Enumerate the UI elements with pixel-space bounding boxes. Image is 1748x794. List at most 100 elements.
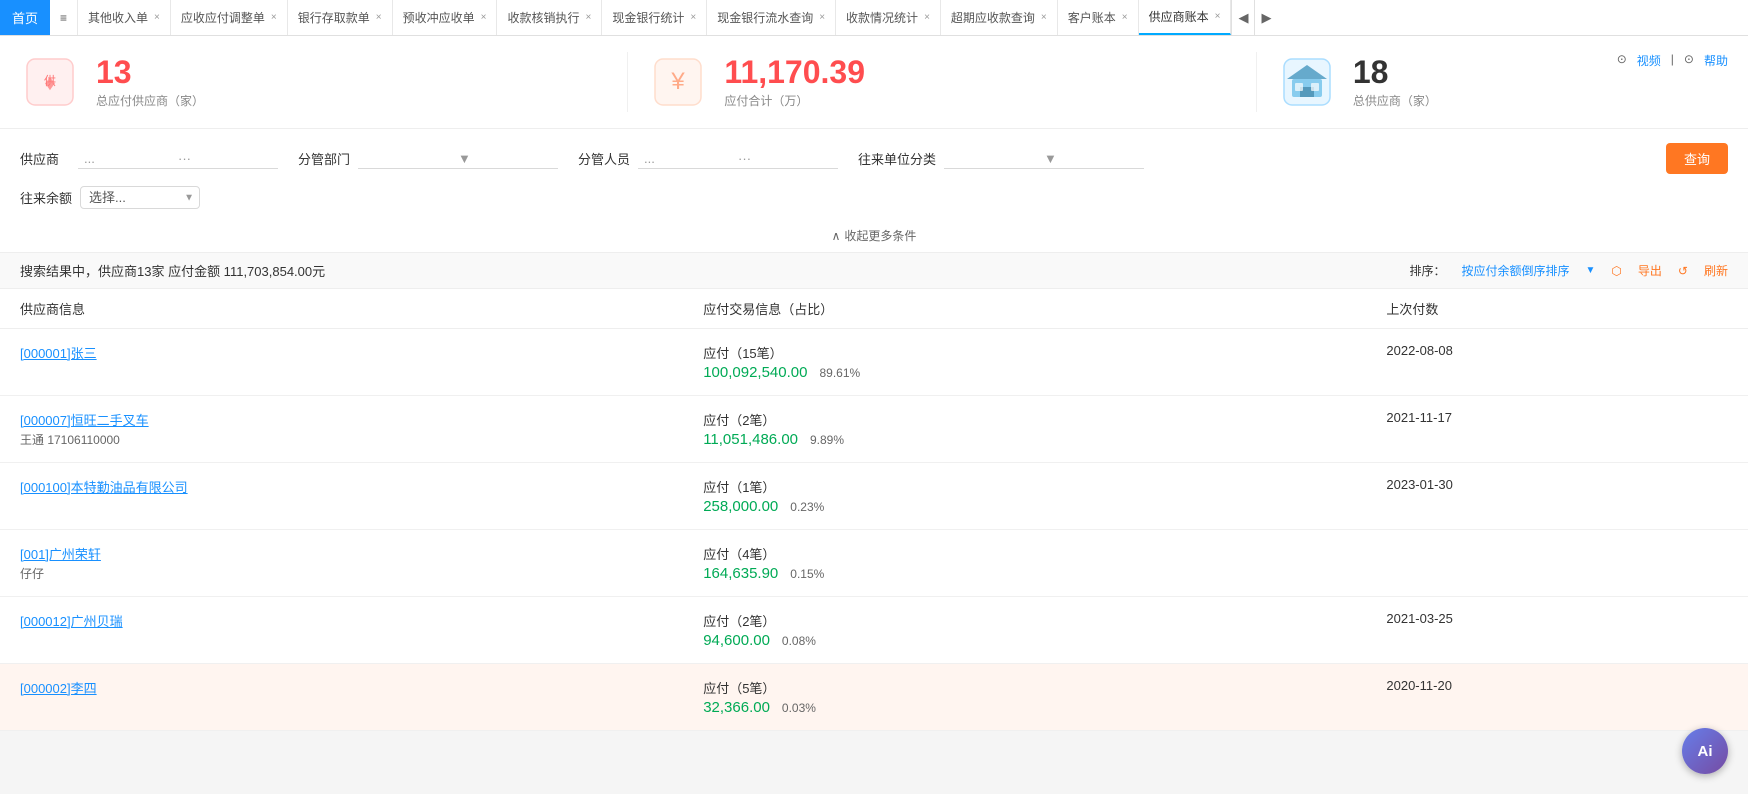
tx-label-0: 应付（15笔）: [703, 343, 1386, 362]
tab-label-11: 客户账本: [1068, 9, 1116, 26]
sort-label: 排序：: [1409, 262, 1445, 279]
tab-close-2[interactable]: ×: [154, 12, 160, 23]
tab-close-9[interactable]: ×: [924, 12, 930, 23]
tab-close-11[interactable]: ×: [1122, 12, 1128, 23]
tab-label-3: 应收应付调整单: [181, 9, 265, 26]
filter-dept: 分管部门 ▼: [298, 149, 558, 169]
export-button[interactable]: 导出: [1638, 262, 1662, 279]
stat-number-suppliers: 13: [96, 56, 204, 88]
table-header: 供应商信息 应付交易信息（占比） 上次付数: [0, 289, 1748, 329]
supplier-info-4: [000012]广州贝瑞: [20, 611, 703, 630]
tx-label-1: 应付（2笔）: [703, 410, 1386, 429]
query-button[interactable]: 查询: [1666, 143, 1728, 174]
help-icon: ⊙: [1684, 52, 1694, 69]
filter-balance: 往来余额 选择... 有余额 无余额 ▼: [20, 186, 200, 209]
filter-row-1: 供应商 ... ··· 分管部门 ▼ 分管人员 ... ··· 往来单位分类: [20, 143, 1728, 174]
help-link[interactable]: 帮助: [1704, 52, 1728, 69]
sort-select[interactable]: 按应付余额倒序排序: [1462, 262, 1570, 279]
tab-label-9: 收款情况统计: [846, 9, 918, 26]
tx-percent-0: 89.61%: [819, 366, 860, 380]
home-tab[interactable]: 首页: [0, 0, 50, 35]
ai-badge[interactable]: Ai: [1682, 728, 1728, 774]
nav-tab-11[interactable]: 客户账本 ×: [1058, 0, 1139, 35]
supplier-link-1[interactable]: [000007]恒旺二手叉车: [20, 413, 149, 428]
tab-close-12[interactable]: ×: [1215, 11, 1221, 22]
tab-close-3[interactable]: ×: [271, 12, 277, 23]
tab-close-6[interactable]: ×: [585, 12, 591, 23]
person-dropdown[interactable]: ... ···: [638, 149, 838, 169]
supplier-info-0: [000001]张三: [20, 343, 703, 362]
tab-label-5: 预收冲应收单: [403, 9, 475, 26]
tx-percent-4: 0.08%: [782, 634, 816, 648]
nav-tab-12[interactable]: 供应商账本 ×: [1139, 0, 1232, 35]
supplier-info-1: [000007]恒旺二手叉车 王通 17106110000: [20, 410, 703, 448]
nav-tab-8[interactable]: 现金银行流水查询 ×: [707, 0, 836, 35]
video-link[interactable]: 视频: [1637, 52, 1661, 69]
export-icon: ⬡: [1611, 264, 1621, 278]
store-icon: [1277, 52, 1337, 112]
supplier-dropdown[interactable]: ... ···: [78, 149, 278, 169]
tab-close-4[interactable]: ×: [376, 12, 382, 23]
supplier-placeholder: ...: [84, 151, 178, 166]
nav-tab-5[interactable]: 预收冲应收单 ×: [393, 0, 498, 35]
supplier-dots[interactable]: ···: [178, 151, 272, 166]
nav-tab-2[interactable]: 其他收入单 ×: [78, 0, 171, 35]
refresh-button[interactable]: 刷新: [1704, 262, 1728, 279]
tab-label-8: 现金银行流水查询: [717, 9, 813, 26]
supplier-info-3: [001]广州荣轩 仔仔: [20, 544, 703, 582]
stat-label-suppliers: 总应付供应商（家）: [96, 92, 204, 109]
nav-next-arrow[interactable]: ▶: [1254, 0, 1277, 35]
table-row: [000012]广州贝瑞 应付（2笔） 94,600.00 0.08% 2021…: [0, 597, 1748, 664]
nav-tab-7[interactable]: 现金银行统计 ×: [602, 0, 707, 35]
filter-category: 往来单位分类 ▼: [858, 149, 1144, 169]
tab-label-7: 现金银行统计: [612, 9, 684, 26]
nav-tab-9[interactable]: 收款情况统计 ×: [836, 0, 941, 35]
stat-number-amount: 11,170.39: [724, 56, 865, 88]
collapse-label: 收起更多条件: [844, 227, 916, 244]
last-pay-1: 2021-11-17: [1386, 410, 1728, 425]
supplier-info-2: [000100]本特勤油品有限公司: [20, 477, 703, 496]
balance-select[interactable]: 选择... 有余额 无余额: [80, 186, 200, 209]
supplier-link-0[interactable]: [000001]张三: [20, 346, 97, 361]
tx-info-0: 应付（15笔） 100,092,540.00 89.61%: [703, 343, 1386, 381]
tab-close-8[interactable]: ×: [819, 12, 825, 23]
supplier-link-4[interactable]: [000012]广州贝瑞: [20, 614, 123, 629]
tx-amount-0: 100,092,540.00: [703, 364, 807, 381]
last-pay-5: 2020-11-20: [1386, 678, 1728, 693]
collapse-icon: ∧: [832, 229, 841, 243]
tab-label-10: 超期应收款查询: [951, 9, 1035, 26]
tab-close-10[interactable]: ×: [1041, 12, 1047, 23]
tab-close-7[interactable]: ×: [690, 12, 696, 23]
amount-icon: ¥: [648, 52, 708, 112]
tx-amount-4: 94,600.00: [703, 632, 770, 649]
tx-info-4: 应付（2笔） 94,600.00 0.08%: [703, 611, 1386, 649]
tab-label-4: 银行存取款单: [298, 9, 370, 26]
results-summary: 搜索结果中，供应商13家 应付金额 111,703,854.00元: [20, 261, 325, 280]
tab-close-5[interactable]: ×: [481, 12, 487, 23]
tx-info-1: 应付（2笔） 11,051,486.00 9.89%: [703, 410, 1386, 448]
supplier-link-3[interactable]: [001]广州荣轩: [20, 547, 101, 562]
filter-row-2: 往来余额 选择... 有余额 无余额 ▼: [20, 186, 1728, 209]
col-header-tx: 应付交易信息（占比）: [703, 299, 1386, 318]
dept-dropdown[interactable]: ▼: [358, 149, 558, 169]
stat-number-total: 18: [1353, 56, 1437, 88]
supplier-link-5[interactable]: [000002]李四: [20, 681, 97, 696]
collapse-button[interactable]: ∧ 收起更多条件: [20, 221, 1728, 252]
nav-tab-6[interactable]: 收款核销执行 ×: [497, 0, 602, 35]
nav-tab-4[interactable]: 银行存取款单 ×: [288, 0, 393, 35]
nav-tab-1[interactable]: ≡: [50, 0, 78, 35]
person-dots[interactable]: ···: [738, 151, 832, 166]
category-dropdown[interactable]: ▼: [944, 149, 1144, 169]
supplier-link-2[interactable]: [000100]本特勤油品有限公司: [20, 480, 188, 495]
nav-prev-arrow[interactable]: ◀: [1231, 0, 1254, 35]
ai-badge-label: Ai: [1698, 743, 1713, 760]
last-pay-4: 2021-03-25: [1386, 611, 1728, 626]
stat-block-suppliers: ♦ 供 13 总应付供应商（家）: [20, 52, 628, 112]
refresh-icon: ↺: [1678, 264, 1688, 278]
nav-tab-10[interactable]: 超期应收款查询 ×: [941, 0, 1058, 35]
results-controls: 排序： 按应付余额倒序排序 ▼ ⬡ 导出 ↺ 刷新: [1409, 262, 1728, 279]
sort-arrow: ▼: [1586, 265, 1596, 276]
tx-info-2: 应付（1笔） 258,000.00 0.23%: [703, 477, 1386, 515]
tx-percent-1: 9.89%: [810, 433, 844, 447]
nav-tab-3[interactable]: 应收应付调整单 ×: [171, 0, 288, 35]
